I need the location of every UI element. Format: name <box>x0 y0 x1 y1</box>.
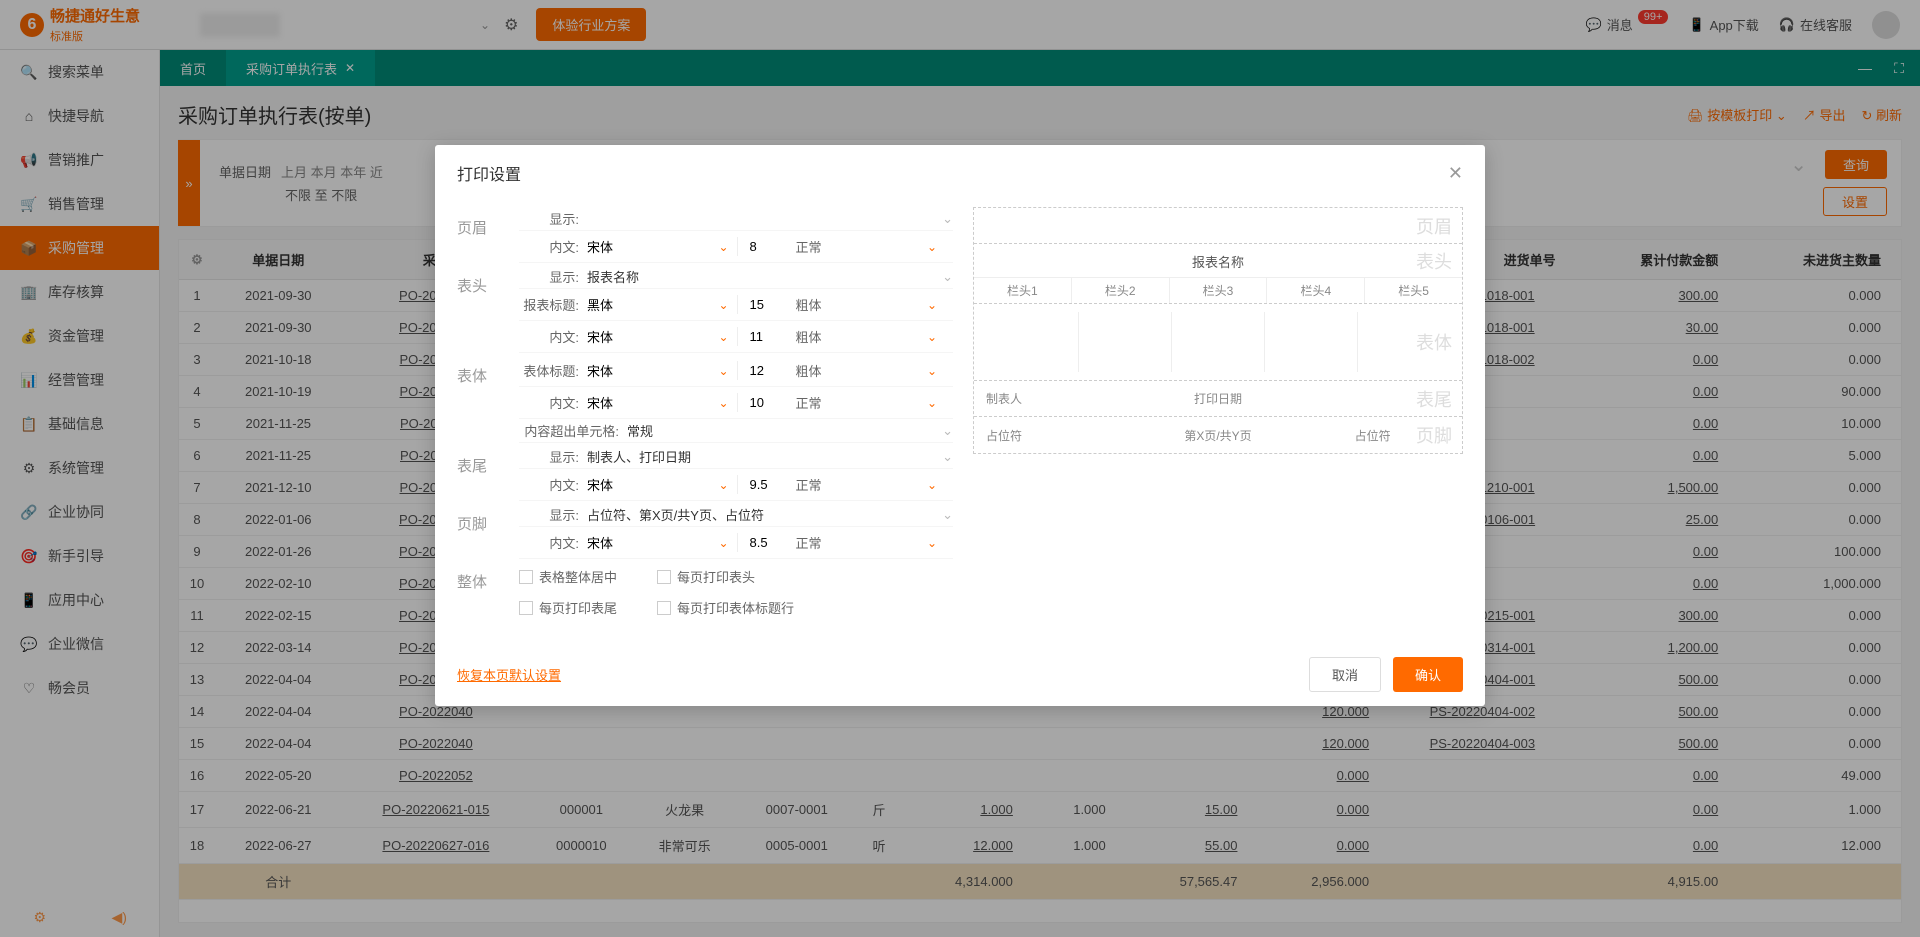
restore-defaults-link[interactable]: 恢复本页默认设置 <box>457 665 561 684</box>
preview-col-header: 栏头5 <box>1365 278 1462 303</box>
body-weight[interactable]: 正常⌄ <box>796 393 946 412</box>
preview-placeholder-left: 占位符 <box>986 427 1141 444</box>
section-overall: 整体 <box>457 561 499 623</box>
overflow-select[interactable]: 内容超出单元格: 常规⌄ <box>519 419 953 443</box>
section-table-footer: 表尾 <box>457 445 499 501</box>
preview-col-header: 栏头4 <box>1267 278 1365 303</box>
confirm-button[interactable]: 确认 <box>1393 657 1463 692</box>
preview-pager: 第X页/共Y页 <box>1141 427 1296 444</box>
preview-col-header: 栏头3 <box>1170 278 1268 303</box>
print-settings-modal: 打印设置 ✕ 页眉 显示: ⌄ 内文: 宋体⌄ 正常⌄ <box>435 145 1485 706</box>
table-footer-weight[interactable]: 正常⌄ <box>796 475 946 494</box>
preview-print-date: 打印日期 <box>1141 390 1296 407</box>
table-header-size[interactable] <box>746 327 796 346</box>
page-footer-display[interactable]: 显示: 占位符、第X页/共Y页、占位符⌄ <box>519 503 953 527</box>
page-footer-size[interactable] <box>746 533 796 552</box>
checkbox-center[interactable]: 表格整体居中 <box>519 567 617 586</box>
table-header-display[interactable]: 显示: 报表名称⌄ <box>519 265 953 289</box>
preview-col-header: 栏头2 <box>1072 278 1170 303</box>
page-header-display[interactable]: 显示: ⌄ <box>519 207 953 231</box>
body-size[interactable] <box>746 393 796 412</box>
page-footer-font[interactable]: 宋体⌄ <box>587 533 738 552</box>
preview-tag-table-body: 表体 <box>1416 329 1452 355</box>
preview-tag-page-footer: 页脚 <box>1416 422 1452 448</box>
preview-report-name: 报表名称 <box>974 252 1462 271</box>
section-table-header: 表头 <box>457 265 499 353</box>
preview-tag-table-header: 表头 <box>1416 248 1452 274</box>
close-icon[interactable]: ✕ <box>1448 163 1463 184</box>
report-title-size[interactable] <box>746 295 796 314</box>
print-preview: 页眉 报表名称 表头 栏头1栏头2栏头3栏头4栏头5 表体 制表人 打印日期 <box>973 207 1463 625</box>
report-title-font[interactable]: 黑体⌄ <box>587 295 738 314</box>
settings-form: 页眉 显示: ⌄ 内文: 宋体⌄ 正常⌄ <box>457 207 953 625</box>
table-footer-font[interactable]: 宋体⌄ <box>587 475 738 494</box>
page-header-font[interactable]: 宋体⌄ <box>587 237 738 256</box>
section-table-body: 表体 <box>457 355 499 443</box>
section-page-footer: 页脚 <box>457 503 499 559</box>
modal-title: 打印设置 <box>457 161 521 185</box>
preview-tag-table-footer: 表尾 <box>1416 386 1452 412</box>
preview-col-header: 栏头1 <box>974 278 1072 303</box>
page-header-weight[interactable]: 正常⌄ <box>796 237 946 256</box>
report-title-weight[interactable]: 粗体⌄ <box>796 295 946 314</box>
page-footer-weight[interactable]: 正常⌄ <box>796 533 946 552</box>
preview-maker: 制表人 <box>986 390 1141 407</box>
page-header-size[interactable] <box>746 237 796 256</box>
checkbox-print-title-row[interactable]: 每页打印表体标题行 <box>657 598 794 617</box>
body-title-size[interactable] <box>746 361 796 380</box>
body-title-weight[interactable]: 粗体⌄ <box>796 361 946 380</box>
body-title-font[interactable]: 宋体⌄ <box>587 361 738 380</box>
table-footer-size[interactable] <box>746 475 796 494</box>
checkbox-print-header[interactable]: 每页打印表头 <box>657 567 755 586</box>
table-header-font[interactable]: 宋体⌄ <box>587 327 738 346</box>
cancel-button[interactable]: 取消 <box>1309 657 1381 692</box>
table-header-weight[interactable]: 粗体⌄ <box>796 327 946 346</box>
table-footer-display[interactable]: 显示: 制表人、打印日期⌄ <box>519 445 953 469</box>
body-font[interactable]: 宋体⌄ <box>587 393 738 412</box>
checkbox-print-footer[interactable]: 每页打印表尾 <box>519 598 617 617</box>
preview-tag-page-header: 页眉 <box>1416 213 1452 239</box>
section-page-header: 页眉 <box>457 207 499 263</box>
